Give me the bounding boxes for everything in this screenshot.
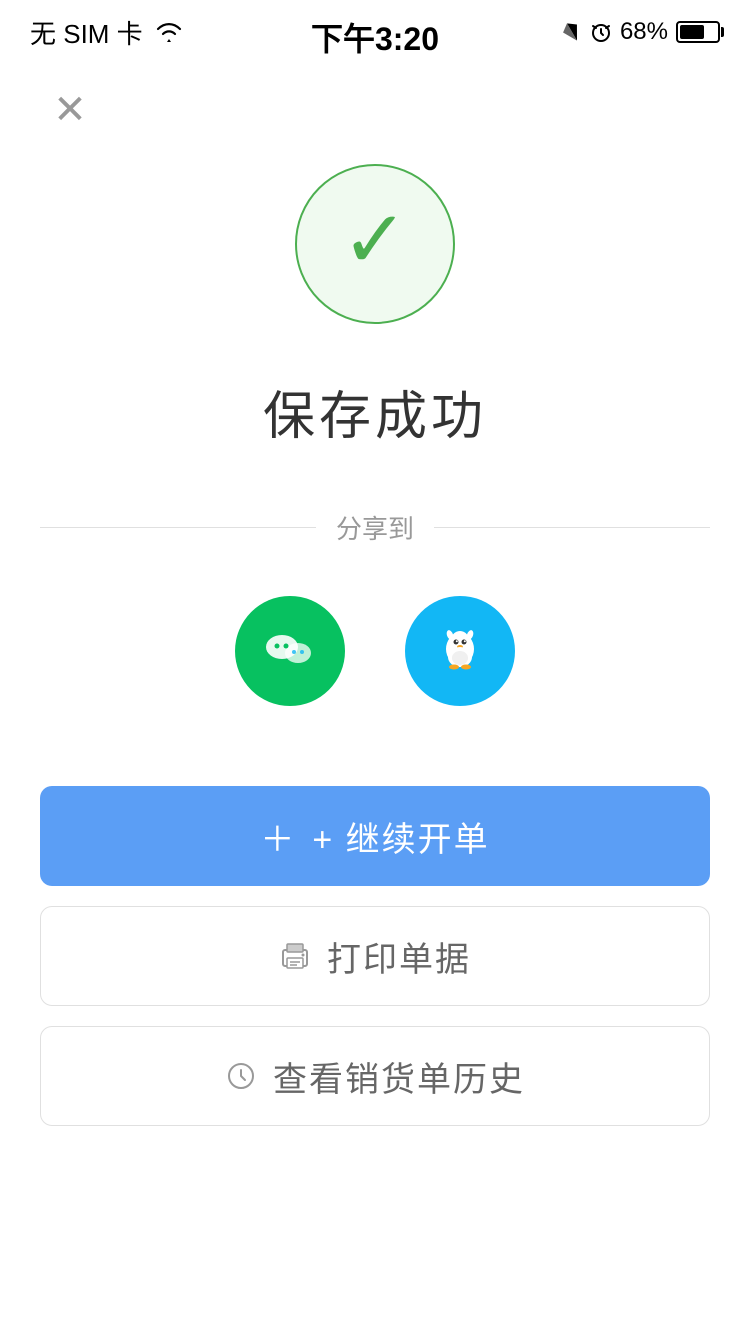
battery-fill — [680, 25, 704, 39]
history-icon — [225, 1060, 257, 1092]
action-buttons: ＋ + 继续开单 打印单据 查看销货单历史 — [40, 786, 710, 1126]
location-icon — [562, 20, 582, 44]
checkmark-icon: ✓ — [341, 200, 408, 280]
wifi-icon — [153, 21, 185, 43]
history-button[interactable]: 查看销货单历史 — [40, 1026, 710, 1126]
continue-icon: ＋ — [260, 812, 296, 861]
close-button[interactable]: ✕ — [40, 80, 100, 140]
share-section: 分享到 — [40, 509, 710, 706]
success-title: 保存成功 — [263, 374, 487, 449]
qq-share-button[interactable] — [405, 596, 515, 706]
print-icon — [279, 940, 311, 972]
success-circle: ✓ — [295, 164, 455, 324]
continue-label: + 继续开单 — [312, 812, 489, 861]
print-label: 打印单据 — [327, 932, 471, 981]
status-bar: 无 SIM 卡 下午3:20 68% — [0, 0, 750, 64]
battery-icon — [676, 21, 720, 43]
share-icons-row — [40, 596, 710, 706]
carrier-label: 无 SIM 卡 — [30, 14, 143, 51]
wechat-icon — [260, 621, 320, 681]
close-icon: ✕ — [53, 90, 87, 130]
share-label: 分享到 — [336, 509, 414, 546]
status-time: 下午3:20 — [311, 14, 439, 60]
continue-button[interactable]: ＋ + 继续开单 — [40, 786, 710, 886]
main-content: ✓ 保存成功 分享到 — [0, 64, 750, 1126]
share-line-left — [40, 527, 316, 528]
share-divider-row: 分享到 — [40, 509, 710, 546]
share-line-right — [434, 527, 710, 528]
qq-icon — [430, 621, 490, 681]
wechat-share-button[interactable] — [235, 596, 345, 706]
alarm-icon — [590, 21, 612, 43]
history-label: 查看销货单历史 — [273, 1052, 525, 1101]
status-right: 68% — [562, 18, 720, 46]
battery-label: 68% — [620, 18, 668, 46]
status-left: 无 SIM 卡 — [30, 14, 185, 51]
print-button[interactable]: 打印单据 — [40, 906, 710, 1006]
